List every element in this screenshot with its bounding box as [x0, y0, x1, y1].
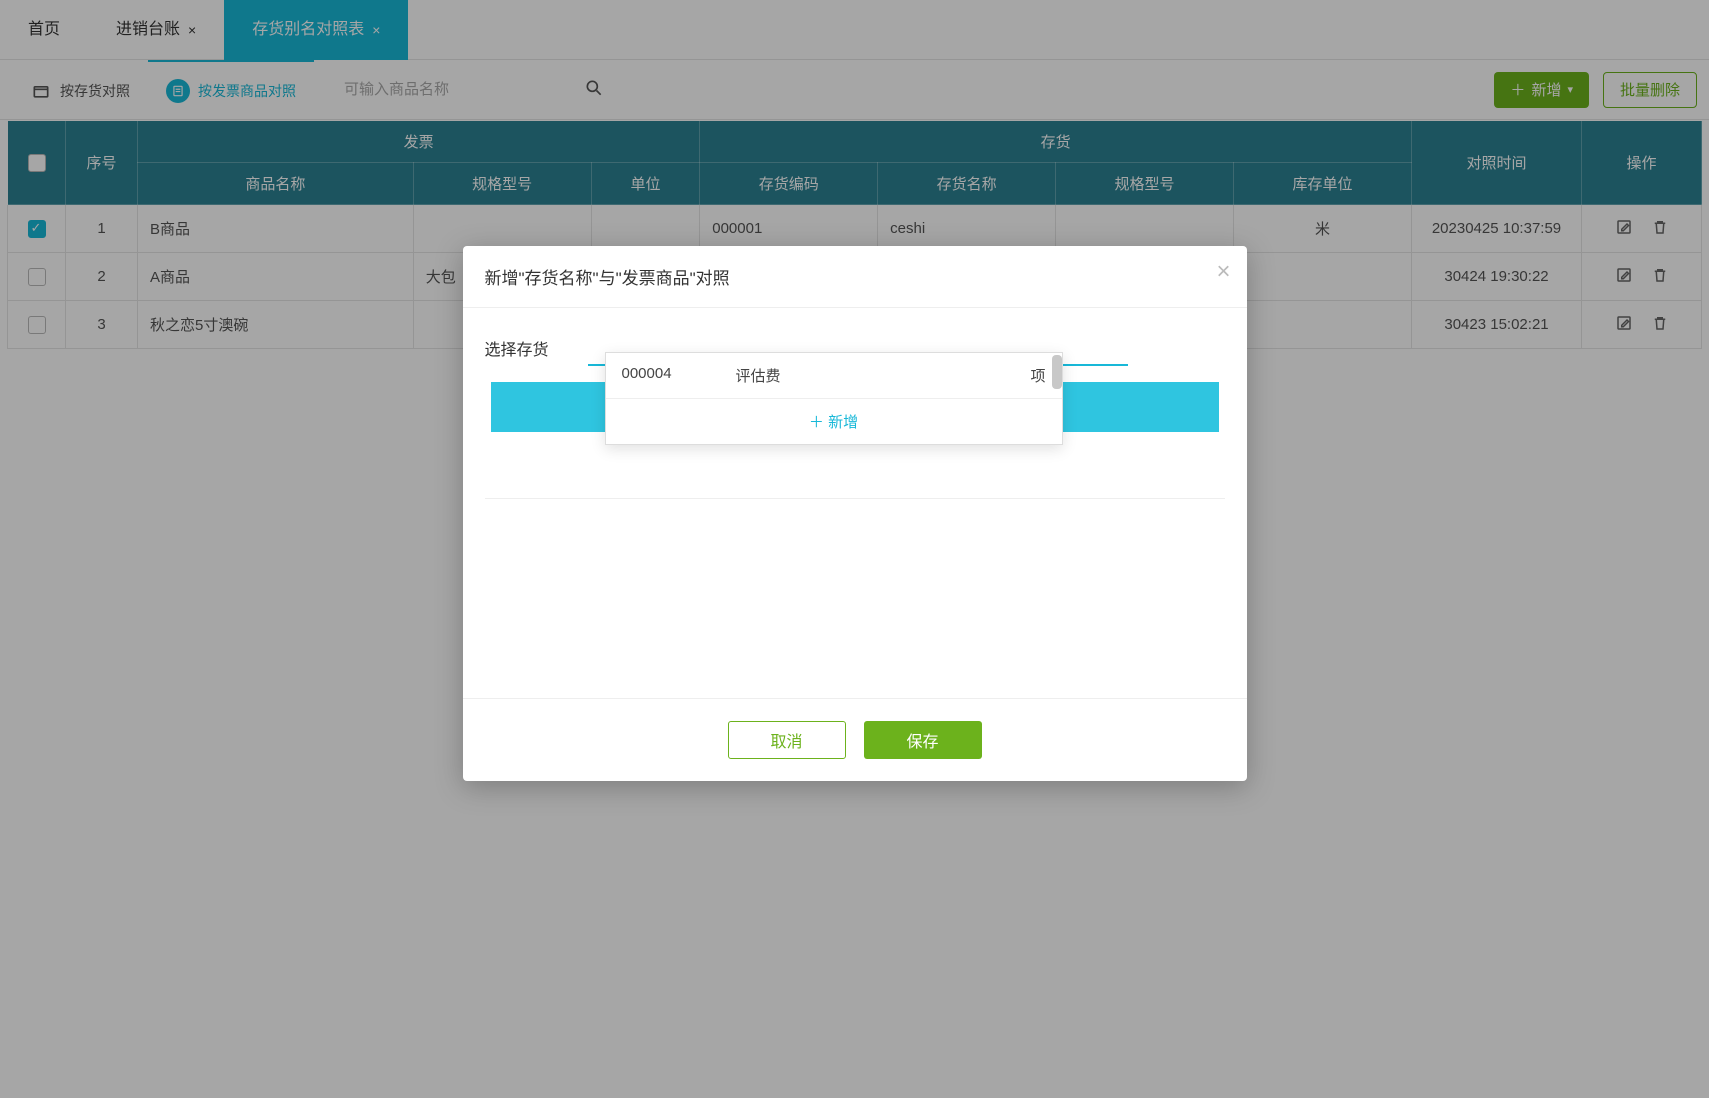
cancel-button[interactable]: 取消 — [728, 721, 846, 759]
dropdown-item-name: 评估费 — [736, 365, 987, 386]
divider — [485, 498, 1225, 499]
dropdown-item[interactable]: 000004 评估费 项 — [606, 353, 1062, 398]
form-label: 选择存货 — [485, 336, 570, 360]
save-button[interactable]: 保存 — [864, 721, 982, 759]
dropdown-add-label: 新增 — [828, 414, 858, 431]
scrollbar-thumb[interactable] — [1052, 355, 1062, 389]
dropdown-item-code: 000004 — [622, 365, 692, 386]
modal-title: 新增"存货名称"与"发票商品"对照 — [463, 246, 1247, 308]
plus-icon: ＋ — [809, 414, 824, 431]
dropdown-add[interactable]: ＋ 新增 — [606, 398, 1062, 444]
modal-overlay: 新增"存货名称"与"发票商品"对照 × 选择存货 000004 评估费 项 ＋ — [0, 0, 1709, 1098]
modal: 新增"存货名称"与"发票商品"对照 × 选择存货 000004 评估费 项 ＋ — [463, 246, 1247, 781]
modal-footer: 取消 保存 — [463, 698, 1247, 781]
close-icon[interactable]: × — [1216, 260, 1230, 284]
dropdown-item-unit: 项 — [1030, 365, 1045, 386]
stock-dropdown: 000004 评估费 项 ＋ 新增 — [605, 352, 1063, 445]
